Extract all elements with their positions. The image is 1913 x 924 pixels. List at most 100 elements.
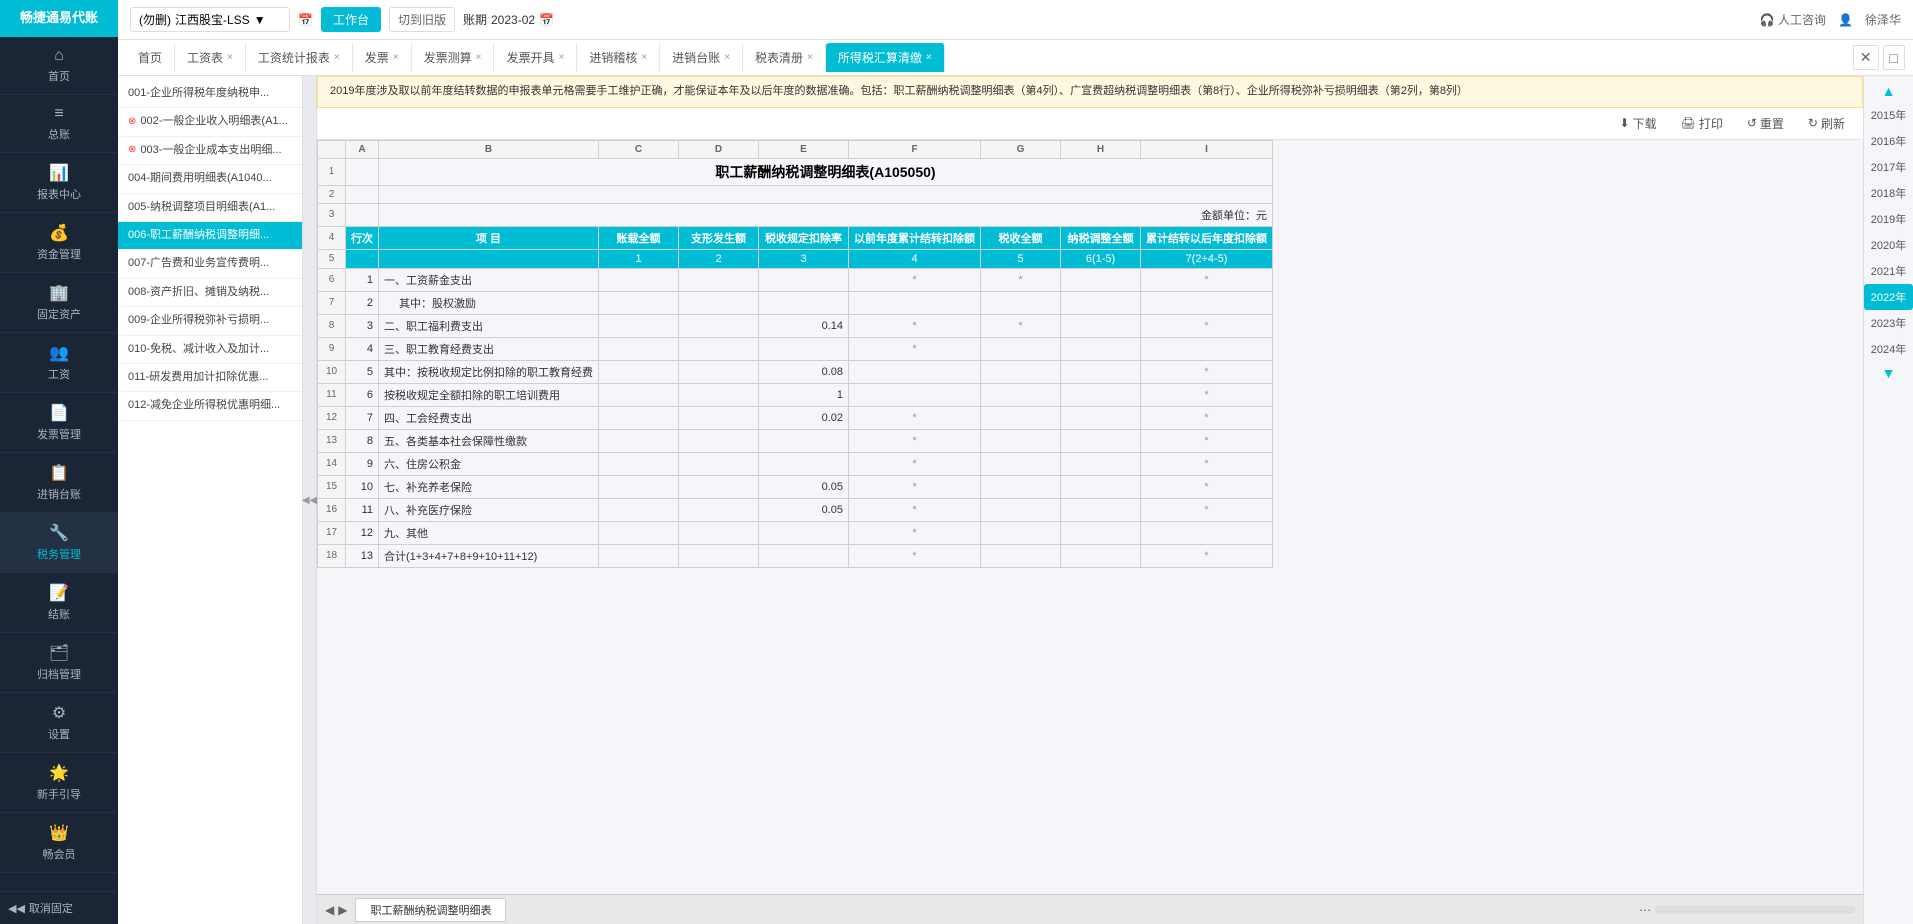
cell-data[interactable] bbox=[1061, 360, 1141, 383]
year-up-button[interactable]: ▲ bbox=[1879, 80, 1899, 102]
cell-data[interactable] bbox=[981, 452, 1061, 475]
cell-data[interactable] bbox=[599, 406, 679, 429]
tab-ps-ledger[interactable]: 进销台账 × bbox=[660, 43, 743, 72]
cell-data[interactable] bbox=[599, 360, 679, 383]
cell-rownum[interactable]: 4 bbox=[346, 337, 379, 360]
cell-data[interactable] bbox=[679, 406, 759, 429]
support-button[interactable]: 🎧 人工咨询 bbox=[1760, 11, 1826, 28]
year-item-2020[interactable]: 2020年 bbox=[1864, 232, 1913, 258]
cell-data[interactable] bbox=[679, 475, 759, 498]
cell-data[interactable] bbox=[679, 429, 759, 452]
cell-data[interactable]: * bbox=[1141, 452, 1273, 475]
cell-data[interactable] bbox=[679, 268, 759, 291]
cell-rownum[interactable]: 10 bbox=[346, 475, 379, 498]
cell-data[interactable]: * bbox=[1141, 360, 1273, 383]
cell-data[interactable]: * bbox=[1141, 498, 1273, 521]
cell-data[interactable] bbox=[679, 314, 759, 337]
cell-rownum[interactable]: 8 bbox=[346, 429, 379, 452]
print-button[interactable]: 🖨 打印 bbox=[1675, 112, 1729, 135]
cell-data[interactable] bbox=[1141, 291, 1273, 314]
sidebar-item-home[interactable]: ⌂ 首页 bbox=[0, 37, 118, 95]
cell-rownum[interactable]: 6 bbox=[346, 383, 379, 406]
cell-label[interactable]: 一、工资薪金支出 bbox=[379, 268, 599, 291]
cell-data[interactable] bbox=[599, 521, 679, 544]
left-item-001[interactable]: 001-企业所得税年度纳税申... bbox=[118, 80, 302, 108]
cell-label[interactable]: 五、各类基本社会保障性缴款 bbox=[379, 429, 599, 452]
sidebar-item-assets[interactable]: 🏢 固定资产 bbox=[0, 273, 118, 333]
tab-ps-ledger-close[interactable]: × bbox=[724, 52, 730, 63]
left-item-005[interactable]: 005-纳税调整项目明细表(A1... bbox=[118, 194, 302, 222]
tab-ps-check-close[interactable]: × bbox=[641, 52, 647, 63]
cell-data[interactable]: 0.02 bbox=[759, 406, 849, 429]
left-item-007[interactable]: 007-广告费和业务宣传费明... bbox=[118, 250, 302, 278]
year-item-2024[interactable]: 2024年 bbox=[1864, 336, 1913, 362]
cell[interactable] bbox=[346, 185, 379, 203]
cell-data[interactable]: * bbox=[849, 337, 981, 360]
cell-data[interactable] bbox=[599, 452, 679, 475]
cell-data[interactable] bbox=[981, 291, 1061, 314]
cell-data[interactable] bbox=[599, 291, 679, 314]
tab-invoice-calc[interactable]: 发票测算 × bbox=[412, 43, 495, 72]
cell-data[interactable] bbox=[981, 498, 1061, 521]
cell-rownum[interactable]: 5 bbox=[346, 360, 379, 383]
year-item-2019[interactable]: 2019年 bbox=[1864, 206, 1913, 232]
more-icon[interactable]: ⋯ bbox=[1639, 903, 1651, 917]
cell-data[interactable] bbox=[599, 498, 679, 521]
cell-data[interactable] bbox=[849, 383, 981, 406]
cell-rownum[interactable]: 12 bbox=[346, 521, 379, 544]
tab-invoice-issue[interactable]: 发票开具 × bbox=[494, 43, 577, 72]
year-item-2016[interactable]: 2016年 bbox=[1864, 128, 1913, 154]
cell-data[interactable]: 0.05 bbox=[759, 475, 849, 498]
cell-data[interactable]: * bbox=[849, 521, 981, 544]
reset-button[interactable]: ↺ 重置 bbox=[1741, 112, 1790, 135]
cell-data[interactable]: * bbox=[849, 498, 981, 521]
tab-invoice-calc-close[interactable]: × bbox=[476, 52, 482, 63]
cell-data[interactable]: * bbox=[849, 406, 981, 429]
cell-data[interactable] bbox=[599, 383, 679, 406]
cell-label[interactable]: 六、住房公积金 bbox=[379, 452, 599, 475]
cell-data[interactable] bbox=[981, 406, 1061, 429]
year-item-2017[interactable]: 2017年 bbox=[1864, 154, 1913, 180]
tab-ps-check[interactable]: 进销稽核 × bbox=[577, 43, 660, 72]
cell-data[interactable] bbox=[759, 268, 849, 291]
cell-label[interactable]: 按税收规定全额扣除的职工培训费用 bbox=[379, 383, 599, 406]
user-name[interactable]: 徐泽华 bbox=[1865, 11, 1901, 28]
cell-rownum[interactable]: 7 bbox=[346, 406, 379, 429]
nav-left-icon[interactable]: ◀ bbox=[325, 903, 334, 917]
cell-data[interactable] bbox=[849, 360, 981, 383]
cell-data[interactable]: * bbox=[849, 268, 981, 291]
sidebar-item-reports[interactable]: 📊 报表中心 bbox=[0, 153, 118, 213]
sheet-tab[interactable]: 职工薪酬纳税调整明细表 bbox=[355, 898, 506, 922]
cell-data[interactable]: * bbox=[849, 475, 981, 498]
cell-data[interactable] bbox=[599, 429, 679, 452]
cell-data[interactable] bbox=[1061, 314, 1141, 337]
left-item-010[interactable]: 010-免税、减计收入及加计... bbox=[118, 336, 302, 364]
cell-data[interactable] bbox=[759, 291, 849, 314]
sidebar-item-payroll[interactable]: 👥 工资 bbox=[0, 333, 118, 393]
cell-data[interactable] bbox=[1061, 452, 1141, 475]
cell-data[interactable]: * bbox=[981, 314, 1061, 337]
cell-data[interactable] bbox=[759, 337, 849, 360]
sidebar-item-closing[interactable]: 📝 结账 bbox=[0, 573, 118, 633]
year-item-2022[interactable]: 2022年 bbox=[1864, 284, 1913, 310]
cell-label[interactable]: 合计(1+3+4+7+8+9+10+11+12) bbox=[379, 544, 599, 567]
cell-data[interactable] bbox=[1061, 498, 1141, 521]
cell-data[interactable] bbox=[1141, 521, 1273, 544]
cell-data[interactable]: * bbox=[849, 429, 981, 452]
cell-data[interactable] bbox=[679, 383, 759, 406]
cell-data[interactable]: * bbox=[849, 452, 981, 475]
cell-data[interactable] bbox=[679, 521, 759, 544]
cell-rownum[interactable]: 11 bbox=[346, 498, 379, 521]
cell-data[interactable]: * bbox=[1141, 268, 1273, 291]
cell-data[interactable] bbox=[981, 360, 1061, 383]
maximize-button[interactable]: □ bbox=[1883, 45, 1905, 70]
year-down-button[interactable]: ▼ bbox=[1879, 362, 1899, 384]
cell-data[interactable] bbox=[599, 475, 679, 498]
tab-home[interactable]: 首页 bbox=[126, 43, 175, 72]
cell-data[interactable]: * bbox=[981, 268, 1061, 291]
cell-data[interactable]: 1 bbox=[759, 383, 849, 406]
cell-data[interactable] bbox=[849, 291, 981, 314]
cell-data[interactable] bbox=[981, 475, 1061, 498]
cell-label[interactable]: 八、补充医疗保险 bbox=[379, 498, 599, 521]
cell-label[interactable]: 七、补充养老保险 bbox=[379, 475, 599, 498]
